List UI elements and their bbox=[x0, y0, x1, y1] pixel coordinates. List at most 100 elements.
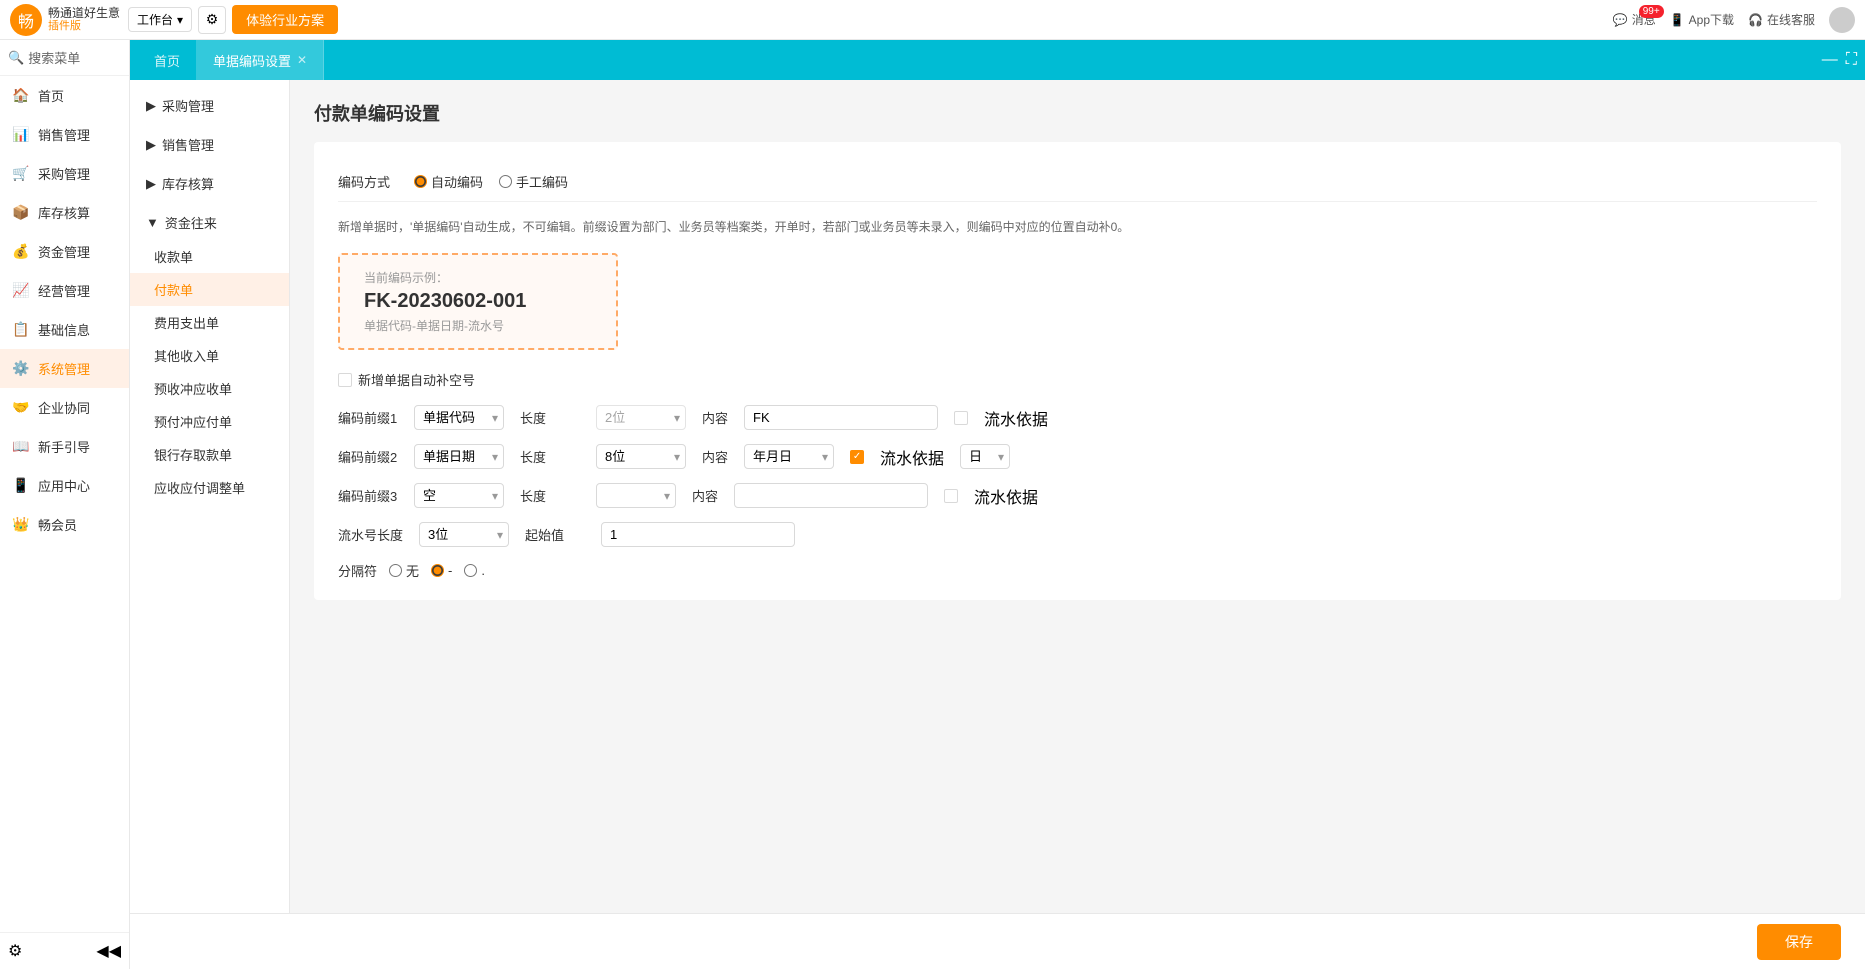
online-service-button[interactable]: 🎧 在线客服 bbox=[1748, 11, 1815, 28]
manual-code-radio[interactable]: 手工编码 bbox=[499, 172, 568, 191]
prefix3-select-wrapper: 空 bbox=[414, 483, 504, 508]
top-bar-left: 畅 畅通道好生意 插件版 工作台 ▾ ⚙ 体验行业方案 bbox=[10, 4, 338, 36]
tab-home[interactable]: 首页 bbox=[138, 40, 197, 80]
prefix2-serial-unit-select[interactable]: 日 bbox=[960, 444, 1010, 469]
settings-button[interactable]: ⚙ bbox=[198, 6, 226, 34]
sidebar-item-home[interactable]: 🏠 首页 bbox=[0, 76, 129, 115]
logo: 畅 畅通道好生意 插件版 bbox=[10, 4, 120, 36]
workspace-dropdown[interactable]: 工作台 ▾ bbox=[128, 7, 192, 32]
preview-sub: 单据代码-单据日期-流水号 bbox=[364, 317, 592, 334]
workspace-label: 工作台 bbox=[137, 11, 173, 28]
logo-text: 畅通道好生意 插件版 bbox=[48, 6, 120, 34]
sec-menu-inventory[interactable]: ▶ 库存核算 bbox=[130, 166, 289, 201]
sidebar-item-operations[interactable]: 📈 经营管理 bbox=[0, 271, 129, 310]
logo-icon: 畅 bbox=[10, 4, 42, 36]
prefix3-label: 编码前缀3 bbox=[338, 486, 398, 505]
settings-icon[interactable]: ⚙ bbox=[8, 941, 22, 961]
auto-fill-checkbox[interactable] bbox=[338, 373, 352, 387]
info-text: 新增单据时，'单据编码'自动生成，不可编辑。前缀设置为部门、业务员等档案类，开单… bbox=[338, 218, 1817, 237]
serial-length-select[interactable]: 3位 bbox=[419, 522, 509, 547]
message-button[interactable]: 💬 消息 99+ bbox=[1613, 11, 1656, 28]
sec-menu-other-income[interactable]: 其他收入单 bbox=[130, 339, 289, 372]
auto-code-radio[interactable]: 自动编码 bbox=[414, 172, 483, 191]
search-icon: 🔍 bbox=[8, 50, 24, 66]
inventory-icon: 📦 bbox=[12, 204, 30, 222]
page-title: 付款单编码设置 bbox=[314, 100, 1841, 126]
sidebar-item-sales[interactable]: 📊 销售管理 bbox=[0, 115, 129, 154]
preview-box: 当前编码示例： FK-20230602-001 单据代码-单据日期-流水号 bbox=[338, 253, 618, 350]
sec-menu-prepay-recv[interactable]: 预收冲应收单 bbox=[130, 372, 289, 405]
user-avatar[interactable] bbox=[1829, 7, 1855, 33]
sep-dash-radio-input[interactable] bbox=[431, 564, 444, 577]
search-menu-button[interactable]: 🔍 搜索菜单 bbox=[0, 40, 129, 76]
sidebar-item-appcenter[interactable]: 📱 应用中心 bbox=[0, 466, 129, 505]
sidebar-bottom: ⚙ ◀◀ bbox=[0, 932, 129, 969]
prefix2-length-wrapper: 8位 bbox=[596, 444, 686, 469]
prefix1-length-select[interactable]: 2位 bbox=[596, 405, 686, 430]
prefix1-serial-checkbox[interactable] bbox=[954, 411, 968, 425]
sidebar-item-vip[interactable]: 👑 畅会员 bbox=[0, 505, 129, 544]
save-button[interactable]: 保存 bbox=[1757, 924, 1841, 960]
home-icon: 🏠 bbox=[12, 87, 30, 105]
sec-menu-receipt[interactable]: 收款单 bbox=[130, 240, 289, 273]
sidebar-item-inventory[interactable]: 📦 库存核算 bbox=[0, 193, 129, 232]
trial-button[interactable]: 体验行业方案 bbox=[232, 5, 338, 34]
app-download-button[interactable]: 📱 App下载 bbox=[1670, 11, 1734, 28]
prefix2-select[interactable]: 单据日期 bbox=[414, 444, 504, 469]
sidebar-item-system[interactable]: ⚙️ 系统管理 bbox=[0, 349, 129, 388]
download-icon: 📱 bbox=[1670, 13, 1685, 27]
prefix2-serial-checkbox[interactable]: ✓ bbox=[850, 450, 864, 464]
sec-menu-ap-adjust[interactable]: 应收应付调整单 bbox=[130, 471, 289, 504]
prefix2-content-select[interactable]: 年月日 bbox=[744, 444, 834, 469]
content-area: 首页 单据编码设置 ✕ — ⛶ ▶ 采购管理 bbox=[130, 40, 1865, 969]
manual-code-radio-input[interactable] bbox=[499, 175, 512, 188]
prefix3-content-input[interactable] bbox=[734, 483, 928, 508]
sec-menu-sales[interactable]: ▶ 销售管理 bbox=[130, 127, 289, 162]
collapse-icon[interactable]: ◀◀ bbox=[96, 941, 121, 961]
main-content: 付款单编码设置 编码方式 自动编码 手工编码 bbox=[290, 80, 1865, 913]
prefix3-length-select[interactable] bbox=[596, 483, 676, 508]
chevron-right-icon3: ▶ bbox=[146, 176, 156, 192]
sec-menu-bank-deposit[interactable]: 银行存取款单 bbox=[130, 438, 289, 471]
sep-none-radio-input[interactable] bbox=[389, 564, 402, 577]
top-bar: 畅 畅通道好生意 插件版 工作台 ▾ ⚙ 体验行业方案 💬 消息 99+ 📱 A… bbox=[0, 0, 1865, 40]
sec-menu-capital[interactable]: ▼ 资金往来 bbox=[130, 205, 289, 240]
prefix1-content-input[interactable] bbox=[744, 405, 938, 430]
message-icon: 💬 bbox=[1613, 13, 1628, 27]
prefix3-serial-checkbox[interactable] bbox=[944, 489, 958, 503]
prefix3-select[interactable]: 空 bbox=[414, 483, 504, 508]
sidebar-item-purchase[interactable]: 🛒 采购管理 bbox=[0, 154, 129, 193]
top-bar-controls: 工作台 ▾ ⚙ 体验行业方案 bbox=[128, 5, 338, 34]
sidebar-item-basic[interactable]: 📋 基础信息 bbox=[0, 310, 129, 349]
system-icon: ⚙️ bbox=[12, 360, 30, 378]
start-value-input[interactable] bbox=[601, 522, 795, 547]
sec-menu-purchase[interactable]: ▶ 采购管理 bbox=[130, 88, 289, 123]
finance-icon: 💰 bbox=[12, 243, 30, 261]
sep-none-radio[interactable]: 无 bbox=[389, 561, 419, 580]
prefix2-length-label: 长度 bbox=[520, 447, 580, 466]
tab-minimize-button[interactable]: — bbox=[1822, 51, 1838, 69]
sidebar-item-enterprise[interactable]: 🤝 企业协同 bbox=[0, 388, 129, 427]
sep-dot-radio-input[interactable] bbox=[464, 564, 477, 577]
sec-menu-payment[interactable]: 付款单 bbox=[130, 273, 289, 306]
sidebar-item-newguide[interactable]: 📖 新手引导 bbox=[0, 427, 129, 466]
sec-menu-expense[interactable]: 费用支出单 bbox=[130, 306, 289, 339]
sec-group-sales: ▶ 销售管理 bbox=[130, 127, 289, 162]
sidebar-item-finance[interactable]: 💰 资金管理 bbox=[0, 232, 129, 271]
tab-expand-button[interactable]: ⛶ bbox=[1846, 51, 1857, 69]
prefix1-select[interactable]: 单据代码 bbox=[414, 405, 504, 430]
sec-menu-prepay-pay[interactable]: 预付冲应付单 bbox=[130, 405, 289, 438]
prefix3-length-wrapper bbox=[596, 483, 676, 508]
tab-encoding[interactable]: 单据编码设置 ✕ bbox=[197, 40, 324, 80]
prefix3-serial-label: 流水依据 bbox=[974, 484, 1038, 508]
sidebar: 🔍 搜索菜单 🏠 首页 📊 销售管理 🛒 采购管理 📦 库存核算 💰 bbox=[0, 40, 130, 969]
serial-row: 流水号长度 3位 起始值 bbox=[338, 522, 1817, 547]
prefix2-select-wrapper: 单据日期 bbox=[414, 444, 504, 469]
preview-label: 当前编码示例： bbox=[364, 269, 592, 286]
tab-bar: 首页 单据编码设置 ✕ — ⛶ bbox=[130, 40, 1865, 80]
tab-close-icon[interactable]: ✕ bbox=[297, 53, 307, 67]
auto-code-radio-input[interactable] bbox=[414, 175, 427, 188]
sep-dash-radio[interactable]: - bbox=[431, 563, 452, 578]
sep-dot-radio[interactable]: . bbox=[464, 563, 485, 578]
prefix2-length-select[interactable]: 8位 bbox=[596, 444, 686, 469]
